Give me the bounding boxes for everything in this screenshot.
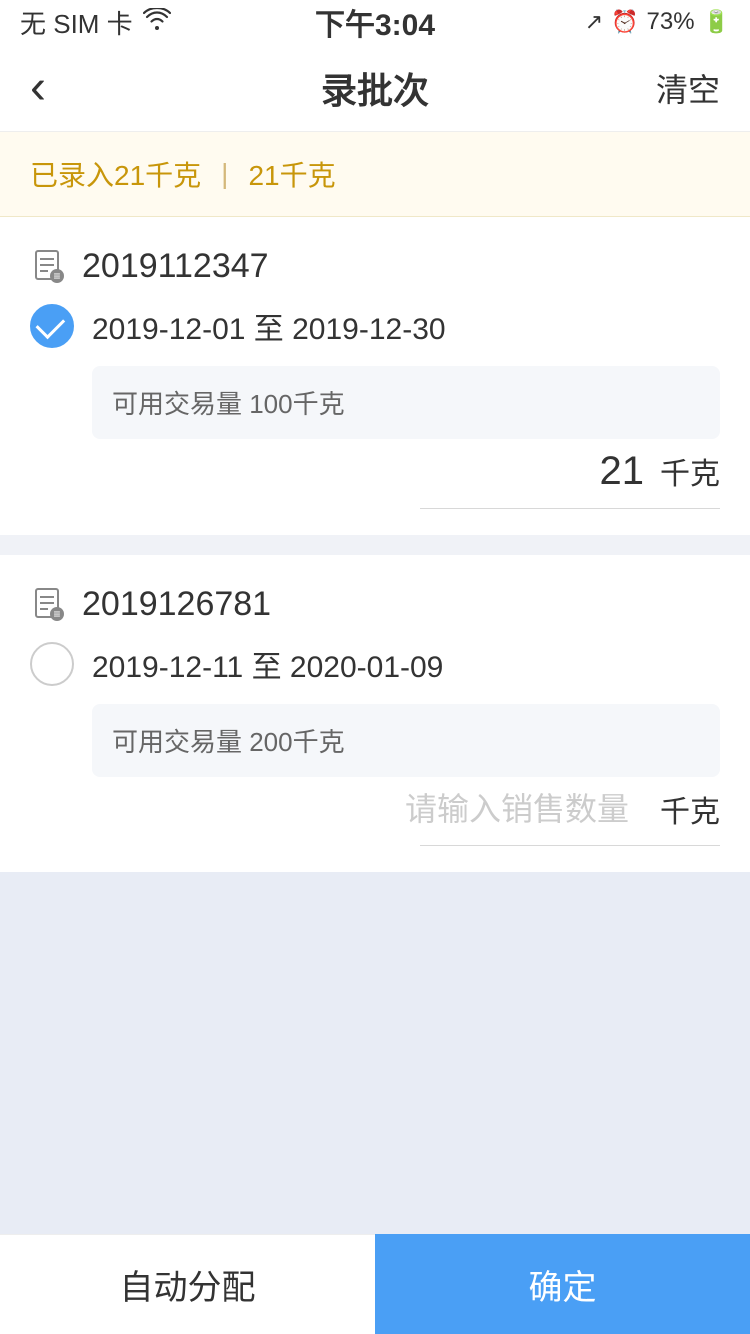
alarm-icon: ⏰ xyxy=(611,9,638,35)
battery-icon: 🔋 xyxy=(703,9,730,35)
batch1-available: 可用交易量 100千克 xyxy=(92,366,720,439)
batch2-qty-input[interactable] xyxy=(224,791,644,828)
section-gap-1 xyxy=(0,535,750,555)
nav-title: 录批次 xyxy=(321,62,429,114)
battery-level: 73% xyxy=(647,8,695,36)
batch2-date: 2019-12-11 至 2020-01-09 xyxy=(92,642,443,686)
batch1-card: ≡ 2019112347 2019-12-01 至 2019-12-30 可用交… xyxy=(0,217,750,439)
batch1-date-row: 2019-12-01 至 2019-12-30 xyxy=(30,304,720,348)
nav-bar: ‹ 录批次 清空 xyxy=(0,44,750,132)
batch1-id: 2019112347 xyxy=(82,247,269,286)
status-right: ↗ ⏰ 73% 🔋 xyxy=(585,8,730,36)
no-sim-label: 无 SIM 卡 xyxy=(20,4,133,41)
summary-divider: | xyxy=(221,158,228,190)
batch2-radio[interactable] xyxy=(30,642,74,686)
batch1-divider xyxy=(420,508,720,509)
back-button[interactable]: ‹ xyxy=(30,64,46,112)
batch2-available: 可用交易量 200千克 xyxy=(92,704,720,777)
summary-recorded: 已录入21千克 xyxy=(30,154,201,194)
batch2-card: ≡ 2019126781 2019-12-11 至 2020-01-09 可用交… xyxy=(0,555,750,777)
batch2-divider xyxy=(420,845,720,846)
batch2-input-unit: 千克 xyxy=(660,787,720,831)
batch2-input-line: 千克 xyxy=(224,787,720,831)
batch2-input-area: 千克 xyxy=(0,777,750,872)
location-icon: ↗ xyxy=(585,9,603,35)
summary-bar: 已录入21千克 | 21千克 xyxy=(0,132,750,217)
status-time: 下午3:04 xyxy=(315,0,435,44)
clear-button[interactable]: 清空 xyxy=(656,65,720,111)
batch2-id: 2019126781 xyxy=(82,585,271,624)
batch1-date: 2019-12-01 至 2019-12-30 xyxy=(92,304,446,348)
batch1-amount-unit: 千克 xyxy=(660,449,720,493)
batch2-doc-icon: ≡ xyxy=(30,587,70,623)
batch2-date-row: 2019-12-11 至 2020-01-09 xyxy=(30,642,720,686)
confirm-button[interactable]: 确定 xyxy=(375,1234,750,1334)
batch2-header: ≡ 2019126781 xyxy=(30,585,720,624)
summary-value: 21千克 xyxy=(248,154,335,194)
batch1-header: ≡ 2019112347 xyxy=(30,247,720,286)
status-bar: 无 SIM 卡 下午3:04 ↗ ⏰ 73% 🔋 xyxy=(0,0,750,44)
batch1-amount-line: 21 千克 xyxy=(600,449,721,494)
wifi-icon xyxy=(143,8,171,36)
batch1-doc-icon: ≡ xyxy=(30,249,70,285)
svg-text:≡: ≡ xyxy=(53,269,60,283)
bottom-buttons: 自动分配 确定 xyxy=(0,1234,750,1334)
auto-distribute-button[interactable]: 自动分配 xyxy=(0,1234,375,1334)
status-left: 无 SIM 卡 xyxy=(20,4,171,41)
batch1-radio[interactable] xyxy=(30,304,74,348)
svg-text:≡: ≡ xyxy=(53,607,60,621)
batch1-amount-value: 21 xyxy=(600,449,645,494)
batch1-amount-area: 21 千克 xyxy=(0,439,750,535)
